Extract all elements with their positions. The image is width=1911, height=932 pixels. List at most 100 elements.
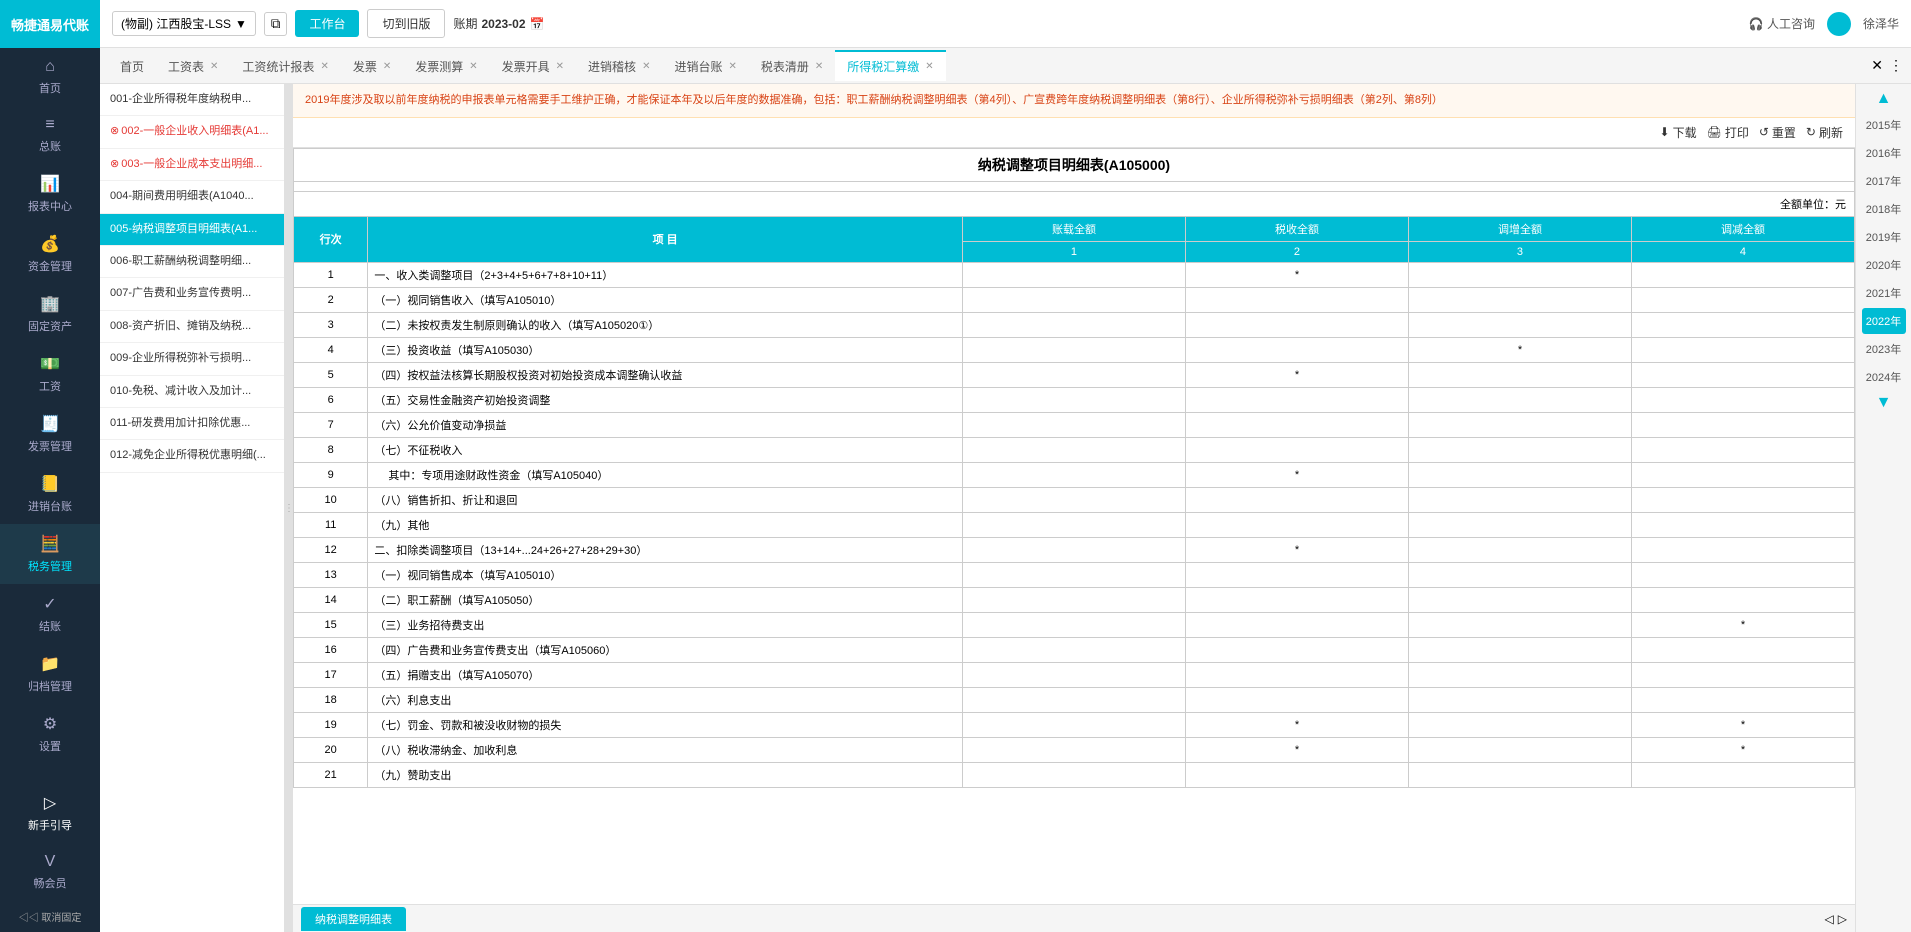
more-tabs-button[interactable]: ⋮ [1889,57,1903,74]
sidebar-item-assets[interactable]: 🏢 固定资产 [0,284,100,344]
old-version-button[interactable]: 切到旧版 [367,9,445,38]
year-2018[interactable]: 2018年 [1862,196,1906,222]
sidebar-item-invoice[interactable]: 🧾 发票管理 [0,404,100,464]
row-item: （七）不征税收入 [368,437,963,462]
row-f[interactable] [1631,262,1854,287]
company-name: (物副) 江西股宝-LSS [121,15,231,32]
tab-salary-report[interactable]: 工资统计报表✕ [230,50,340,81]
tab-invoice-open[interactable]: 发票开具✕ [490,50,576,81]
company-selector[interactable]: (物副) 江西股宝-LSS ▼ [112,11,256,36]
sidebar-item-archive[interactable]: 📁 归档管理 [0,644,100,704]
download-icon: ⬇ [1660,125,1670,139]
tab-close-invoice-calc[interactable]: ✕ [469,61,477,72]
year-2021[interactable]: 2021年 [1862,280,1906,306]
left-panel-item-003[interactable]: ⊗003-一般企业成本支出明细... [100,149,284,181]
reset-button[interactable]: ↺ 重置 [1759,124,1796,141]
sidebar-item-home[interactable]: ⌂ 首页 [0,48,100,106]
workbench-button[interactable]: 工作台 [295,10,359,37]
year-2015[interactable]: 2015年 [1862,112,1906,138]
scroll-right-icon[interactable]: ▷ [1838,912,1847,926]
year-scroll-down[interactable]: ▼ [1874,392,1894,414]
left-panel-item-001[interactable]: 001-企业所得税年度纳税申... [100,84,284,116]
tab-income-tax[interactable]: 所得税汇算缴✕ [835,50,945,81]
tab-close-invoice-open[interactable]: ✕ [556,61,564,72]
service-button[interactable]: 🎧 人工咨询 [1749,15,1815,32]
sidebar-item-reports[interactable]: 📊 报表中心 [0,164,100,224]
year-scroll-up[interactable]: ▲ [1874,88,1894,110]
col-subheader-3: 3 [1408,241,1631,262]
sidebar-item-settings[interactable]: ⚙ 设置 [0,704,100,764]
tab-close-sales-audit[interactable]: ✕ [642,61,650,72]
row-d[interactable]: * [1185,262,1408,287]
tab-invoice[interactable]: 发票✕ [341,50,403,81]
tab-salary[interactable]: 工资表✕ [156,50,230,81]
refresh-button[interactable]: ↻ 刷新 [1806,124,1843,141]
chevron-down-icon: ▼ [235,17,247,31]
left-panel-item-009[interactable]: 009-企业所得税弥补亏损明... [100,343,284,375]
calendar-icon[interactable]: 📅 [530,17,545,31]
tab-home[interactable]: 首页 [108,50,156,81]
error-dot-002: ⊗ [110,125,119,137]
table-row: 4 （三）投资收益（填写A105030） * [294,337,1855,362]
tab-close-tax-list[interactable]: ✕ [815,61,823,72]
left-panel-item-007[interactable]: 007-广告费和业务宣传费明... [100,278,284,310]
table-row: 6 （五）交易性金融资产初始投资调整 [294,387,1855,412]
col-header-tiaozeng: 调增全额 [1408,216,1631,241]
left-panel-item-011[interactable]: 011-研发费用加计扣除优惠... [100,408,284,440]
left-panel-item-010[interactable]: 010-免税、减计收入及加计... [100,376,284,408]
content-area: 001-企业所得税年度纳税申... ⊗002-一般企业收入明细表(A1... ⊗… [100,84,1911,932]
table-area[interactable]: 纳税调整项目明细表(A105000) 全额单位：元 行次 [293,148,1855,905]
left-panel-item-012[interactable]: 012-减免企业所得税优惠明细(... [100,440,284,472]
tab-close-salary-report[interactable]: ✕ [320,61,328,72]
tab-sales-audit[interactable]: 进销稽核✕ [576,50,662,81]
col-header-item: 项 目 [368,216,963,262]
print-button[interactable]: 🖨 打印 [1707,124,1749,141]
year-2016[interactable]: 2016年 [1862,140,1906,166]
left-panel-item-008[interactable]: 008-资产折旧、摊销及纳税... [100,311,284,343]
tab-sales-ledger[interactable]: 进销台账✕ [662,50,748,81]
tab-close-salary[interactable]: ✕ [210,61,218,72]
tab-close-sales-ledger[interactable]: ✕ [728,61,736,72]
left-panel-item-005[interactable]: 005-纳税调整项目明细表(A1... [100,214,284,246]
unpin-button[interactable]: ◁◁ 取消固定 [0,901,100,932]
main-table: 纳税调整项目明细表(A105000) 全额单位：元 行次 [293,148,1855,788]
tab-invoice-calc[interactable]: 发票测算✕ [403,50,489,81]
tab-tax-list[interactable]: 税表清册✕ [749,50,835,81]
year-2024[interactable]: 2024年 [1862,364,1906,390]
sidebar-item-general[interactable]: ≡ 总账 [0,106,100,164]
col-header-hangci: 行次 [294,216,368,262]
col-header-zhangzai: 账载全额 [962,216,1185,241]
sidebar-item-guide[interactable]: ▷ 新手引导 [0,783,100,843]
year-2017[interactable]: 2017年 [1862,168,1906,194]
sidebar-item-member[interactable]: V 畅会员 [0,843,100,901]
year-2020[interactable]: 2020年 [1862,252,1906,278]
row-item: （二）未按权责发生制原则确认的收入（填写A105020①） [368,312,963,337]
sidebar: 畅捷通易代账 ⌂ 首页 ≡ 总账 📊 报表中心 💰 资金管理 🏢 固定资产 💵 … [0,0,100,932]
tab-close-invoice[interactable]: ✕ [383,61,391,72]
year-2022[interactable]: 2022年 [1862,308,1906,334]
tab-close-income-tax[interactable]: ✕ [925,61,933,72]
row-item: 一、收入类调整项目（2+3+4+5+6+7+8+10+11） [368,262,963,287]
row-e[interactable] [1408,262,1631,287]
resize-handle[interactable]: ⋮ [285,84,293,932]
close-all-tabs-button[interactable]: ✕ [1871,57,1883,74]
left-panel-item-004[interactable]: 004-期间费用明细表(A1040... [100,181,284,213]
invoice-icon: 🧾 [40,414,60,434]
row-c[interactable] [962,262,1185,287]
year-2023[interactable]: 2023年 [1862,336,1906,362]
bottom-tab-tax-adjust[interactable]: 纳税调整明细表 [301,907,406,931]
copy-icon[interactable]: ⧉ [264,12,288,36]
toolbar: ⬇ 下载 🖨 打印 ↺ 重置 ↻ 刷新 [293,118,1855,148]
sidebar-item-tax[interactable]: 🧮 税务管理 [0,524,100,584]
download-button[interactable]: ⬇ 下载 [1660,124,1697,141]
scroll-left-icon[interactable]: ◁ [1825,912,1834,926]
sidebar-item-funds[interactable]: 💰 资金管理 [0,224,100,284]
row-item: （五）交易性金融资产初始投资调整 [368,387,963,412]
left-panel-item-002[interactable]: ⊗002-一般企业收入明细表(A1... [100,116,284,148]
sidebar-item-close[interactable]: ✓ 结账 [0,584,100,644]
left-panel-item-006[interactable]: 006-职工薪酬纳税调整明细... [100,246,284,278]
sidebar-item-salary[interactable]: 💵 工资 [0,344,100,404]
sidebar-item-ledger[interactable]: 📒 进销台账 [0,464,100,524]
user-name: 徐泽华 [1863,15,1899,32]
year-2019[interactable]: 2019年 [1862,224,1906,250]
